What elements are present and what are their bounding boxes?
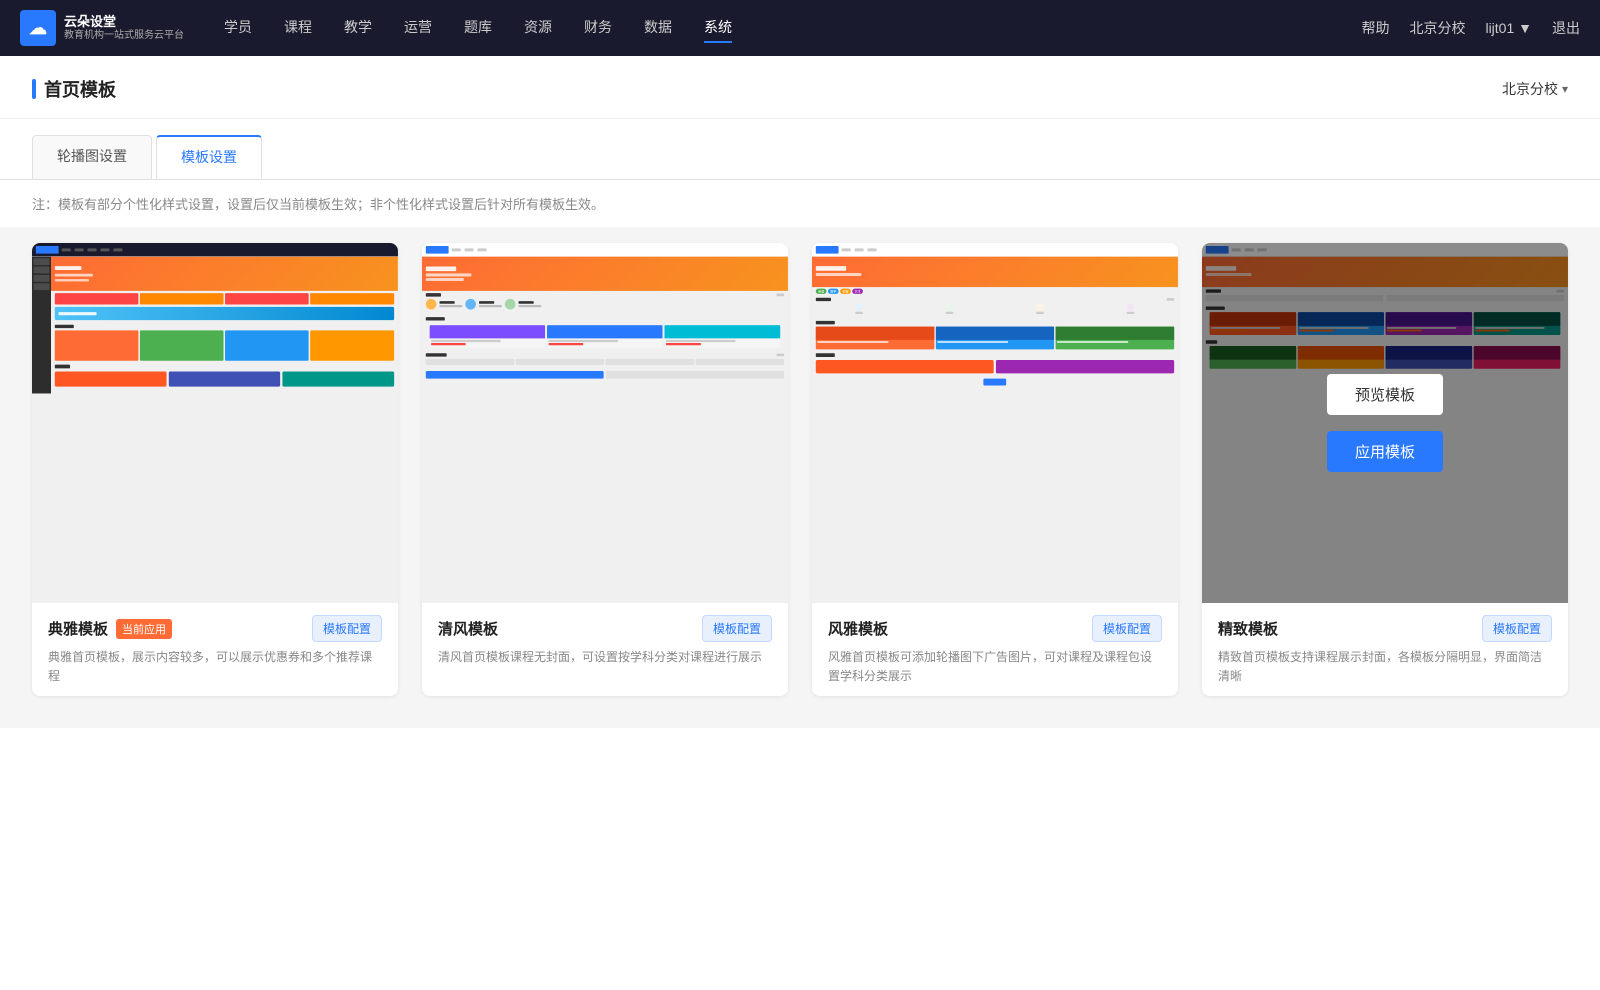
nav-teaching[interactable]: 教学 [344, 13, 372, 43]
branch-selector[interactable]: 北京分校 ▾ [1502, 79, 1568, 99]
template-preview-elegant: 预览模板 应用模板 [32, 243, 398, 603]
nav-data[interactable]: 数据 [644, 13, 672, 43]
nav-operations[interactable]: 运营 [404, 13, 432, 43]
template-desc-elegant2: 风雅首页模板可添加轮播图下广告图片，可对课程及课程包设置学科分类展示 [828, 648, 1162, 686]
navbar: ☁ 云朵设堂 教育机构一站式服务云平台 学员 课程 教学 运营 题库 资源 财务… [0, 0, 1600, 56]
logo[interactable]: ☁ 云朵设堂 教育机构一站式服务云平台 [20, 10, 184, 46]
template-preview-elegant2: 英语 数学 编程 艺术 [812, 243, 1178, 603]
apply-button-elegant2[interactable]: 应用模板 [937, 431, 1053, 472]
template-footer-elegant: 典雅模板 当前应用 模板配置 典雅首页模板，展示内容较多，可以展示优惠券和多个推… [32, 603, 398, 696]
preview-button-refined[interactable]: 预览模板 [1327, 374, 1443, 415]
main-nav: 学员 课程 教学 运营 题库 资源 财务 数据 系统 [224, 13, 1361, 43]
note-bar: 注：模板有部分个性化样式设置，设置后仅当前模板生效；非个性化样式设置后针对所有模… [0, 180, 1600, 227]
template-name-elegant2: 风雅模板 [828, 618, 888, 639]
branch-selector-label: 北京分校 [1502, 79, 1558, 99]
nav-finance[interactable]: 财务 [584, 13, 612, 43]
template-card-elegant2: 英语 数学 编程 艺术 [812, 243, 1178, 696]
page-header: 首页模板 北京分校 ▾ [0, 56, 1600, 119]
note-text: 注：模板有部分个性化样式设置，设置后仅当前模板生效；非个性化样式设置后针对所有模… [32, 197, 604, 212]
apply-button-elegant[interactable]: 应用模板 [157, 431, 273, 472]
apply-button-clean[interactable]: 应用模板 [547, 431, 663, 472]
template-footer-refined: 精致模板 模板配置 精致首页模板支持课程展示封面，各模板分隔明显，界面简洁清晰 [1202, 603, 1568, 696]
logo-icon: ☁ [20, 10, 56, 46]
nav-system[interactable]: 系统 [704, 13, 732, 43]
template-name-row: 典雅模板 当前应用 模板配置 [48, 615, 382, 642]
apply-button-refined[interactable]: 应用模板 [1327, 431, 1443, 472]
tab-template[interactable]: 模板设置 [156, 135, 262, 179]
page-title: 首页模板 [44, 76, 116, 102]
navbar-right: 帮助 北京分校 lijt01 ▼ 退出 [1361, 18, 1580, 38]
preview-button-elegant[interactable]: 预览模板 [157, 374, 273, 415]
config-button-clean[interactable]: 模板配置 [702, 615, 772, 642]
preview-button-elegant2[interactable]: 预览模板 [937, 374, 1053, 415]
templates-grid: 预览模板 应用模板 典雅模板 当前应用 模板配置 典雅首页模板，展示内容较多，可… [0, 227, 1600, 728]
template-name-elegant: 典雅模板 [48, 618, 108, 639]
template-footer-clean: 清风模板 模板配置 清风首页模板课程无封面，可设置按学科分类对课程进行展示 [422, 603, 788, 677]
template-card-clean: 预览模板 应用模板 清风模板 模板配置 清风首页模板课程无封面，可设置按学科分类… [422, 243, 788, 696]
template-card-elegant: 预览模板 应用模板 典雅模板 当前应用 模板配置 典雅首页模板，展示内容较多，可… [32, 243, 398, 696]
preview-button-clean[interactable]: 预览模板 [547, 374, 663, 415]
template-preview-clean: 预览模板 应用模板 [422, 243, 788, 603]
tabs: 轮播图设置 模板设置 [32, 135, 1568, 179]
template-desc-clean: 清风首页模板课程无封面，可设置按学科分类对课程进行展示 [438, 648, 772, 667]
tabs-container: 轮播图设置 模板设置 [0, 119, 1600, 180]
template-desc-elegant: 典雅首页模板，展示内容较多，可以展示优惠券和多个推荐课程 [48, 648, 382, 686]
page-title-wrap: 首页模板 [32, 76, 116, 102]
nav-resources[interactable]: 资源 [524, 13, 552, 43]
logout-button[interactable]: 退出 [1552, 18, 1580, 38]
nav-courses[interactable]: 课程 [284, 13, 312, 43]
template-name-group: 典雅模板 当前应用 [48, 618, 172, 639]
help-link[interactable]: 帮助 [1361, 18, 1389, 38]
template-desc-refined: 精致首页模板支持课程展示封面，各模板分隔明显，界面简洁清晰 [1218, 648, 1552, 686]
chevron-down-icon: ▾ [1562, 82, 1568, 96]
template-name-clean: 清风模板 [438, 618, 498, 639]
tab-carousel[interactable]: 轮播图设置 [32, 135, 152, 179]
logo-title: 云朵设堂 [64, 14, 184, 30]
template-overlay-refined: 预览模板 应用模板 [1202, 243, 1568, 603]
nav-questions[interactable]: 题库 [464, 13, 492, 43]
template-preview-refined: 预览模板 应用模板 [1202, 243, 1568, 603]
nav-students[interactable]: 学员 [224, 13, 252, 43]
template-footer-elegant2: 风雅模板 模板配置 风雅首页模板可添加轮播图下广告图片，可对课程及课程包设置学科… [812, 603, 1178, 696]
page-container: 首页模板 北京分校 ▾ 轮播图设置 模板设置 注：模板有部分个性化样式设置，设置… [0, 56, 1600, 990]
template-card-refined: 预览模板 应用模板 精致模板 模板配置 精致首页模板支持课程展示封面，各模板分隔… [1202, 243, 1568, 696]
user-menu[interactable]: lijt01 ▼ [1485, 20, 1532, 36]
badge-current-elegant: 当前应用 [116, 619, 172, 639]
config-button-refined[interactable]: 模板配置 [1482, 615, 1552, 642]
branch-link[interactable]: 北京分校 [1409, 18, 1465, 38]
page-title-bar [32, 79, 36, 99]
template-name-refined: 精致模板 [1218, 618, 1278, 639]
logo-subtitle: 教育机构一站式服务云平台 [64, 30, 184, 42]
config-button-elegant[interactable]: 模板配置 [312, 615, 382, 642]
config-button-elegant2[interactable]: 模板配置 [1092, 615, 1162, 642]
